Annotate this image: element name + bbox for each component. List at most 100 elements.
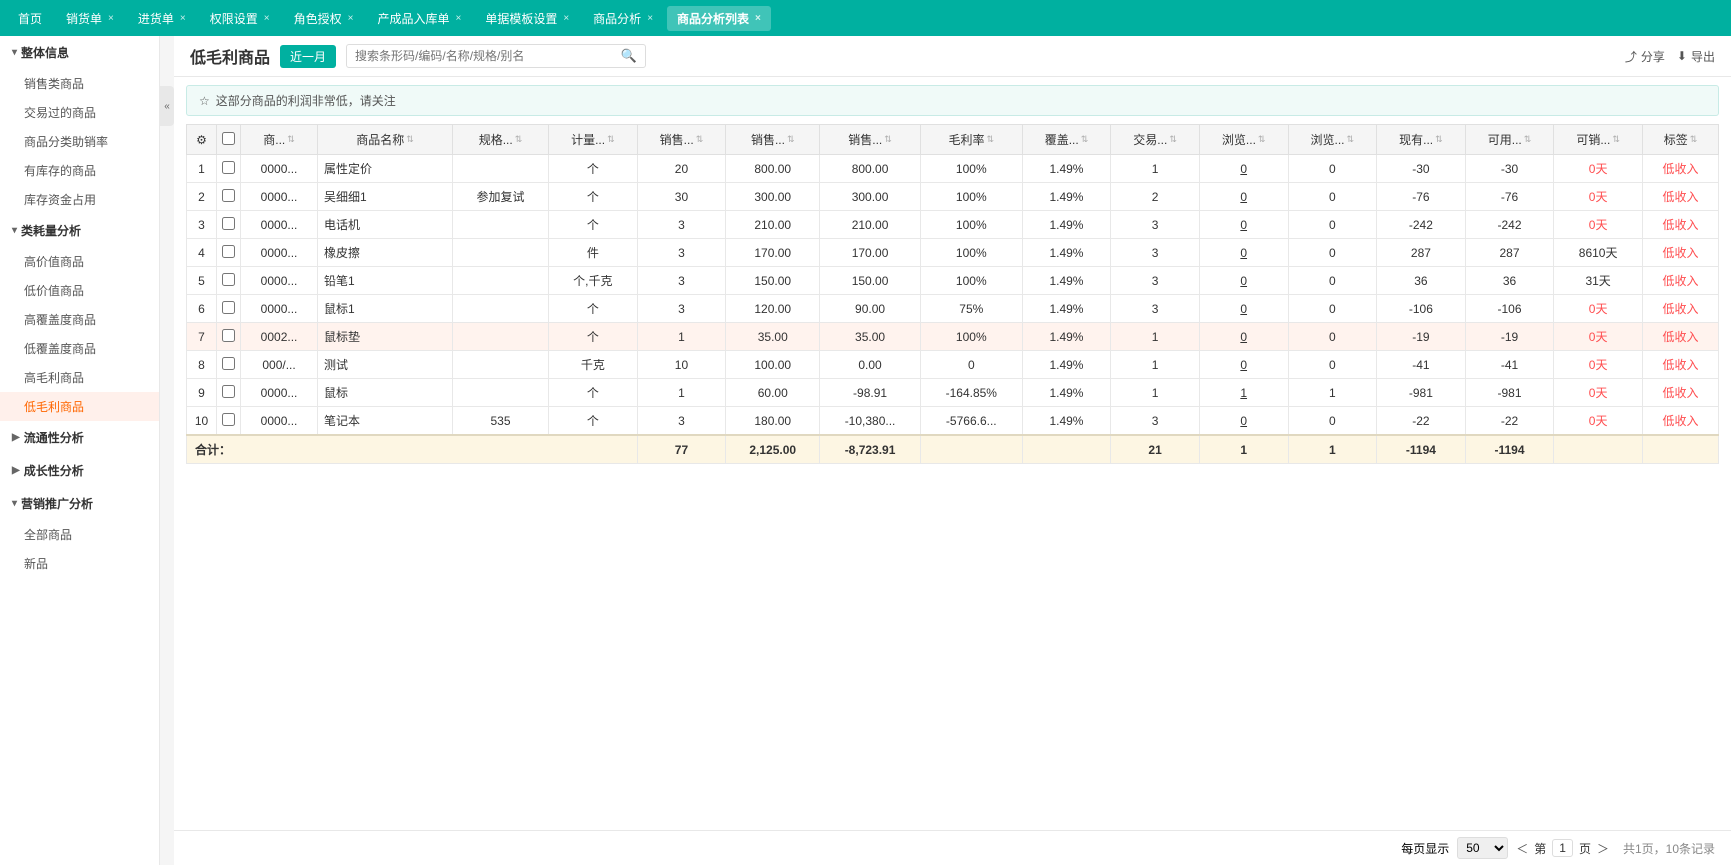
col-sale-qty[interactable]: 销售...⇅ — [637, 125, 726, 155]
row-view1[interactable]: 0 — [1199, 407, 1288, 436]
sidebar-item-all-goods[interactable]: 全部商品 — [0, 520, 159, 549]
row-name[interactable]: 鼠标1 — [318, 295, 453, 323]
row-name[interactable]: 橡皮擦 — [318, 239, 453, 267]
nav-template-settings[interactable]: 单据模板设置 × — [475, 6, 579, 31]
current-page[interactable]: 1 — [1552, 839, 1573, 857]
row-checkbox[interactable] — [217, 407, 241, 436]
nav-sales[interactable]: 销货单 × — [56, 6, 124, 31]
nav-product-analysis[interactable]: 商品分析 × — [583, 6, 663, 31]
sidebar-group-耗量[interactable]: ▾ 类耗量分析 — [0, 214, 159, 247]
sidebar-item-low-coverage[interactable]: 低覆盖度商品 — [0, 334, 159, 363]
row-view1[interactable]: 0 — [1199, 183, 1288, 211]
row-view1[interactable]: 1 — [1199, 379, 1288, 407]
row-checkbox[interactable] — [217, 267, 241, 295]
nav-template-settings-close[interactable]: × — [563, 13, 569, 24]
sidebar-item-inventory-capital[interactable]: 库存资金占用 — [0, 185, 159, 214]
row-name[interactable]: 铅笔1 — [318, 267, 453, 295]
row-checkbox[interactable] — [217, 183, 241, 211]
row-checkbox[interactable] — [217, 155, 241, 183]
row-view1[interactable]: 0 — [1199, 239, 1288, 267]
row-view1[interactable]: 0 — [1199, 267, 1288, 295]
sidebar-item-high-coverage[interactable]: 高覆盖度商品 — [0, 305, 159, 334]
col-code[interactable]: 商...⇅ — [241, 125, 318, 155]
col-trade[interactable]: 交易...⇅ — [1111, 125, 1200, 155]
nav-permissions-close[interactable]: × — [264, 13, 270, 24]
table-row: 1 0000... 属性定价 个 20 800.00 800.00 100% 1… — [187, 155, 1719, 183]
sidebar-item-sales-goods[interactable]: 销售类商品 — [0, 69, 159, 98]
search-input[interactable] — [355, 49, 621, 63]
col-sale-amount[interactable]: 销售...⇅ — [726, 125, 820, 155]
row-name[interactable]: 笔记本 — [318, 407, 453, 436]
sidebar-item-category-rate[interactable]: 商品分类助销率 — [0, 127, 159, 156]
col-view1[interactable]: 浏览...⇅ — [1199, 125, 1288, 155]
col-view2[interactable]: 浏览...⇅ — [1288, 125, 1377, 155]
row-name[interactable]: 电话机 — [318, 211, 453, 239]
row-checkbox[interactable] — [217, 323, 241, 351]
col-gear[interactable]: ⚙ — [187, 125, 217, 155]
col-unit[interactable]: 计量...⇅ — [549, 125, 638, 155]
select-all-checkbox[interactable] — [222, 132, 235, 145]
nav-analysis-list[interactable]: 商品分析列表 × — [667, 6, 771, 31]
col-sale-profit[interactable]: 销售...⇅ — [820, 125, 921, 155]
row-checkbox[interactable] — [217, 379, 241, 407]
per-page-select[interactable]: 50 100 200 — [1457, 837, 1508, 859]
row-view1[interactable]: 0 — [1199, 323, 1288, 351]
prev-page-btn[interactable]: ＜ — [1516, 840, 1528, 857]
nav-purchase-close[interactable]: × — [180, 13, 186, 24]
sidebar-item-new-goods[interactable]: 新品 — [0, 549, 159, 578]
sidebar-item-low-margin[interactable]: 低毛利商品 — [0, 392, 159, 421]
search-box[interactable]: 🔍 — [346, 44, 646, 68]
col-tag[interactable]: 标签⇅ — [1642, 125, 1718, 155]
row-name[interactable]: 测试 — [318, 351, 453, 379]
per-page-label: 每页显示 — [1401, 840, 1449, 857]
row-name[interactable]: 鼠标 — [318, 379, 453, 407]
sidebar-group-成长[interactable]: ▶ 成长性分析 — [0, 454, 159, 487]
row-checkbox[interactable] — [217, 295, 241, 323]
col-available[interactable]: 可用...⇅ — [1465, 125, 1554, 155]
gear-icon[interactable]: ⚙ — [196, 133, 207, 147]
sidebar-item-traded-goods[interactable]: 交易过的商品 — [0, 98, 159, 127]
nav-role-auth[interactable]: 角色授权 × — [284, 6, 364, 31]
sidebar-item-high-margin[interactable]: 高毛利商品 — [0, 363, 159, 392]
nav-product-entry-close[interactable]: × — [455, 13, 461, 24]
row-view1[interactable]: 0 — [1199, 295, 1288, 323]
row-name[interactable]: 属性定价 — [318, 155, 453, 183]
nav-product-entry[interactable]: 产成品入库单 × — [367, 6, 471, 31]
sidebar-item-stocked-goods[interactable]: 有库存的商品 — [0, 156, 159, 185]
share-button[interactable]: ⤴ 分享 — [1625, 48, 1665, 65]
nav-home[interactable]: 首页 — [8, 6, 52, 31]
col-name[interactable]: 商品名称⇅ — [318, 125, 453, 155]
col-gross-rate[interactable]: 毛利率⇅ — [920, 125, 1022, 155]
row-name[interactable]: 鼠标垫 — [318, 323, 453, 351]
nav-product-analysis-close[interactable]: × — [647, 13, 653, 24]
nav-sales-close[interactable]: × — [108, 13, 114, 24]
sidebar-group-overall[interactable]: ▾ 整体信息 — [0, 36, 159, 69]
col-spec[interactable]: 规格...⇅ — [452, 125, 548, 155]
sidebar-group-流通[interactable]: ▶ 流通性分析 — [0, 421, 159, 454]
row-checkbox[interactable] — [217, 351, 241, 379]
row-no: 5 — [187, 267, 217, 295]
col-checkbox[interactable] — [217, 125, 241, 155]
filter-button[interactable]: 近一月 — [280, 45, 336, 68]
next-page-btn[interactable]: ＞ — [1597, 840, 1609, 857]
col-saleable[interactable]: 可销...⇅ — [1554, 125, 1643, 155]
row-name[interactable]: 吴细细1 — [318, 183, 453, 211]
row-coverage: 1.49% — [1022, 183, 1111, 211]
nav-purchase[interactable]: 进货单 × — [128, 6, 196, 31]
col-coverage[interactable]: 覆盖...⇅ — [1022, 125, 1111, 155]
sidebar-collapse-btn[interactable]: « — [160, 86, 174, 126]
col-current[interactable]: 现有...⇅ — [1377, 125, 1466, 155]
row-sale-profit: 150.00 — [820, 267, 921, 295]
nav-permissions[interactable]: 权限设置 × — [200, 6, 280, 31]
row-checkbox[interactable] — [217, 211, 241, 239]
row-view1[interactable]: 0 — [1199, 351, 1288, 379]
nav-analysis-list-close[interactable]: × — [755, 13, 761, 24]
sidebar-item-low-value[interactable]: 低价值商品 — [0, 276, 159, 305]
row-checkbox[interactable] — [217, 239, 241, 267]
sidebar-group-营销[interactable]: ▾ 营销推广分析 — [0, 487, 159, 520]
row-view1[interactable]: 0 — [1199, 211, 1288, 239]
row-view1[interactable]: 0 — [1199, 155, 1288, 183]
sidebar-item-high-value[interactable]: 高价值商品 — [0, 247, 159, 276]
nav-role-auth-close[interactable]: × — [348, 13, 354, 24]
export-button[interactable]: ⬇ 导出 — [1677, 48, 1715, 65]
